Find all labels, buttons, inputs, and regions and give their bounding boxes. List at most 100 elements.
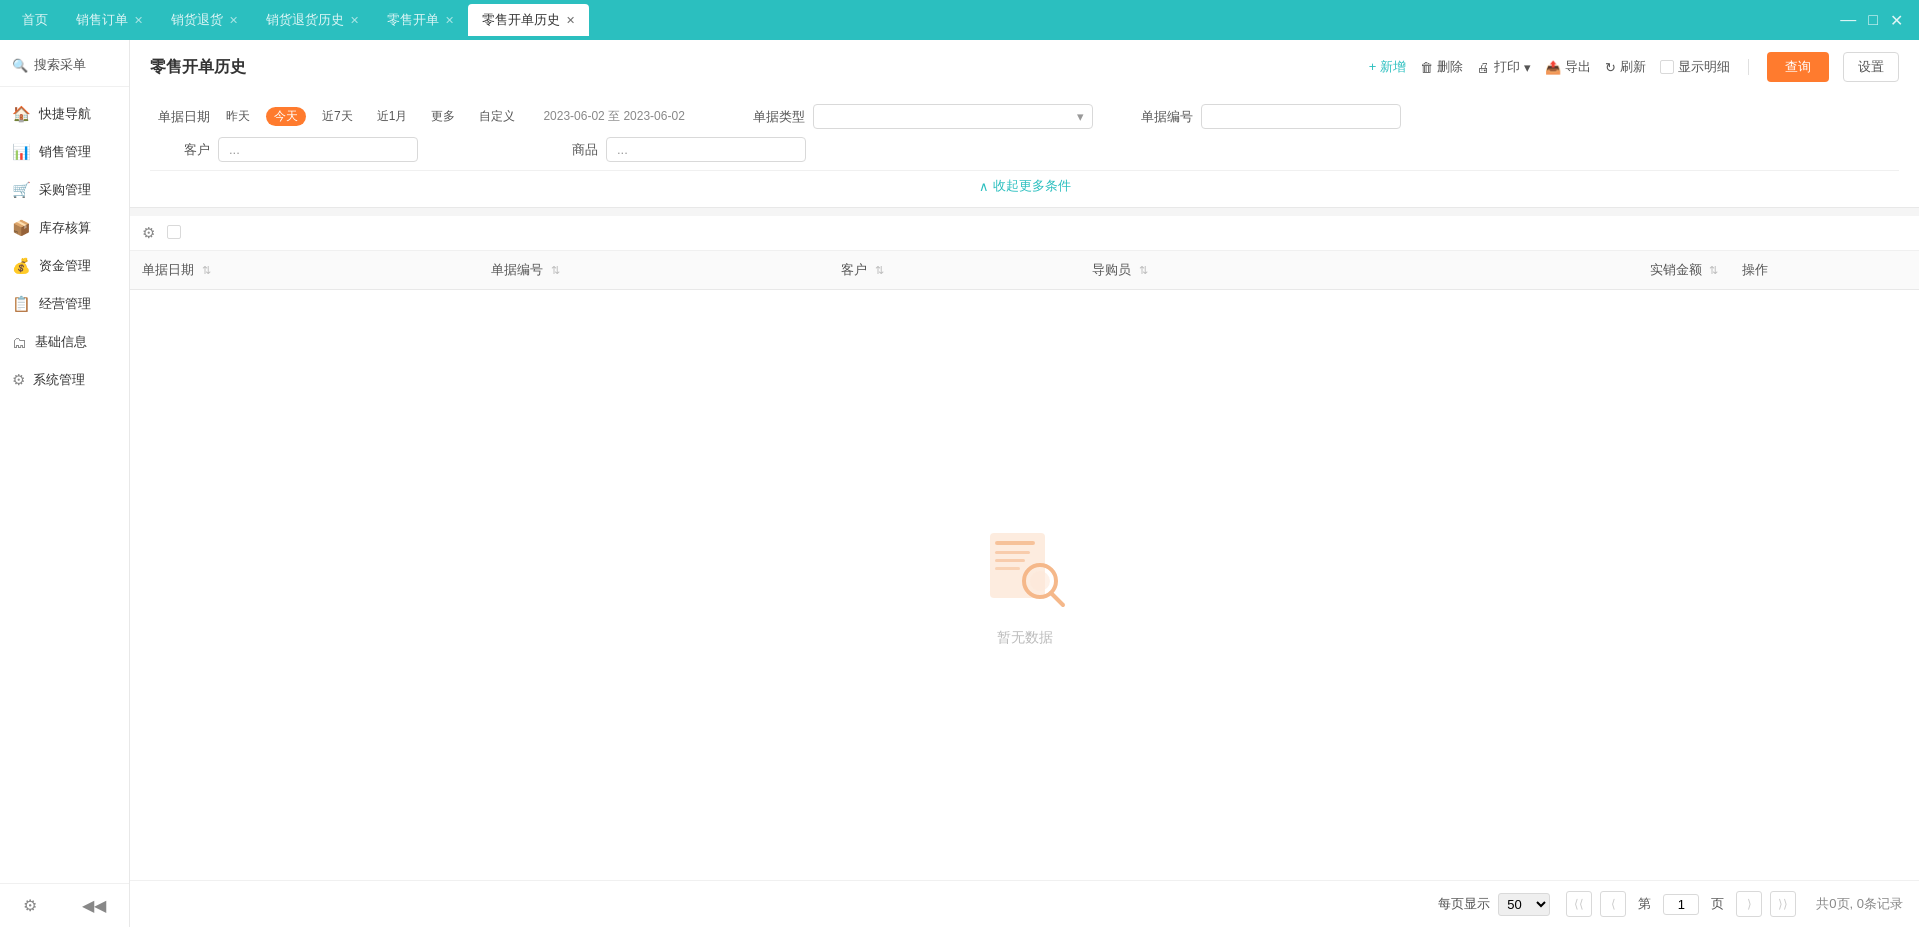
- delete-button[interactable]: 🗑 删除: [1420, 58, 1463, 76]
- type-select[interactable]: ▾: [813, 104, 1093, 129]
- print-button[interactable]: 🖨 打印 ▾: [1477, 58, 1531, 76]
- col-customer-sort[interactable]: ⇅: [875, 264, 884, 276]
- tab-sales-order[interactable]: 销售订单 ✕: [62, 4, 157, 36]
- delete-icon: 🗑: [1420, 60, 1433, 75]
- col-guide[interactable]: 导购员 ⇅: [1080, 251, 1380, 290]
- settings-bottom-icon[interactable]: ⚙: [15, 892, 45, 919]
- col-guide-sort[interactable]: ⇅: [1139, 264, 1148, 276]
- maximize-icon[interactable]: □: [1868, 11, 1878, 29]
- goods-placeholder: ...: [617, 142, 628, 157]
- table-select-all-checkbox[interactable]: [167, 225, 181, 242]
- svg-rect-4: [995, 567, 1020, 570]
- svg-rect-3: [995, 559, 1025, 562]
- sidebar-item-quick-nav[interactable]: 🏠 快捷导航: [0, 95, 129, 133]
- print-dropdown-icon: ▾: [1524, 60, 1531, 75]
- minimize-icon[interactable]: —: [1840, 11, 1856, 29]
- tab-retail-open[interactable]: 零售开单 ✕: [373, 4, 468, 36]
- sidebar-item-inventory[interactable]: 📦 库存核算: [0, 209, 129, 247]
- col-amount[interactable]: 实销金额 ⇅: [1381, 251, 1730, 290]
- collapse-button[interactable]: ∧ 收起更多条件: [971, 173, 1079, 199]
- tab-retail-open-close[interactable]: ✕: [445, 14, 454, 27]
- tab-sales-order-close[interactable]: ✕: [134, 14, 143, 27]
- custom-date-btn[interactable]: 自定义: [471, 106, 523, 127]
- table-settings-icon[interactable]: ⚙: [142, 224, 155, 242]
- col-number-sort[interactable]: ⇅: [551, 264, 560, 276]
- goods-filter-label: 商品: [538, 141, 598, 159]
- print-icon: 🖨: [1477, 60, 1490, 75]
- today-btn[interactable]: 今天: [266, 107, 306, 126]
- svg-rect-2: [995, 551, 1030, 554]
- sidebar-item-purchase-mgmt-label: 采购管理: [39, 181, 91, 199]
- customer-filter-input[interactable]: ...: [218, 137, 418, 162]
- toolbar-actions: + 新增 🗑 删除 🖨 打印 ▾ 📤 导出 ↻: [1369, 52, 1899, 82]
- first-page-button[interactable]: ⟨⟨: [1566, 891, 1592, 917]
- add-button[interactable]: + 新增: [1369, 58, 1406, 76]
- table-header-row: 单据日期 ⇅ 单据编号 ⇅ 客户 ⇅ 导购员 ⇅: [130, 251, 1919, 290]
- col-date-sort[interactable]: ⇅: [202, 264, 211, 276]
- show-detail-checkbox[interactable]: [1660, 60, 1674, 74]
- col-date[interactable]: 单据日期 ⇅: [130, 251, 479, 290]
- sidebar-item-sales-mgmt[interactable]: 📊 销售管理: [0, 133, 129, 171]
- date-range-text: 2023-06-02 至 2023-06-02: [543, 108, 684, 125]
- col-number[interactable]: 单据编号 ⇅: [479, 251, 828, 290]
- yesterday-btn[interactable]: 昨天: [218, 106, 258, 127]
- svg-rect-1: [995, 541, 1035, 545]
- empty-state: 暂无数据: [130, 290, 1919, 880]
- type-filter-label: 单据类型: [745, 108, 805, 126]
- sidebar-item-finance[interactable]: 💰 资金管理: [0, 247, 129, 285]
- sidebar-item-base-info[interactable]: 🗂 基础信息: [0, 323, 129, 361]
- tab-sales-return-history-close[interactable]: ✕: [350, 14, 359, 27]
- last7-btn[interactable]: 近7天: [314, 106, 361, 127]
- base-info-icon: 🗂: [12, 334, 27, 351]
- tab-sales-return-history[interactable]: 销货退货历史 ✕: [252, 4, 373, 36]
- inventory-icon: 📦: [12, 219, 31, 237]
- show-detail-label-text: 显示明细: [1678, 58, 1730, 76]
- more-date-btn[interactable]: 更多: [423, 106, 463, 127]
- finance-icon: 💰: [12, 257, 31, 275]
- tab-home[interactable]: 首页: [8, 4, 62, 36]
- sidebar-search[interactable]: 🔍 搜索采单: [0, 52, 129, 78]
- goods-filter-input[interactable]: ...: [606, 137, 806, 162]
- sidebar-item-sys-mgmt-label: 系统管理: [33, 371, 85, 389]
- show-detail-toggle[interactable]: 显示明细: [1660, 58, 1730, 76]
- col-date-label: 单据日期: [142, 262, 194, 277]
- last-page-button[interactable]: ⟩⟩: [1770, 891, 1796, 917]
- query-button[interactable]: 查询: [1767, 52, 1829, 82]
- svg-line-7: [1051, 593, 1063, 605]
- number-filter-input[interactable]: [1201, 104, 1401, 129]
- last-month-btn[interactable]: 近1月: [369, 106, 416, 127]
- prev-page-button[interactable]: ⟨: [1600, 891, 1626, 917]
- tab-home-label: 首页: [22, 11, 48, 29]
- per-page-select[interactable]: 50 100 200: [1498, 893, 1550, 916]
- number-filter-group: 单据编号: [1133, 104, 1401, 129]
- col-customer[interactable]: 客户 ⇅: [829, 251, 1080, 290]
- type-filter-group: 单据类型 ▾: [745, 104, 1093, 129]
- sidebar-item-operations-label: 经营管理: [39, 295, 91, 313]
- app-layout: 🔍 搜索采单 🏠 快捷导航 📊 销售管理 🛒 采购管理 📦 库存核算: [0, 40, 1919, 927]
- refresh-button[interactable]: ↻ 刷新: [1605, 58, 1646, 76]
- collapse-sidebar-icon[interactable]: ◀◀: [74, 892, 114, 919]
- export-button[interactable]: 📤 导出: [1545, 58, 1591, 76]
- select-all-box[interactable]: [167, 225, 181, 239]
- sidebar-item-operations[interactable]: 📋 经营管理: [0, 285, 129, 323]
- page-number-input[interactable]: 1: [1663, 894, 1699, 915]
- settings-button[interactable]: 设置: [1843, 52, 1899, 82]
- close-icon[interactable]: ✕: [1890, 11, 1903, 30]
- page-label: 第: [1638, 895, 1651, 913]
- next-page-button[interactable]: ⟩: [1736, 891, 1762, 917]
- sidebar-search-label: 搜索采单: [34, 56, 86, 74]
- tab-sales-return-close[interactable]: ✕: [229, 14, 238, 27]
- customer-filter-label: 客户: [150, 141, 210, 159]
- tab-sales-return[interactable]: 销货退货 ✕: [157, 4, 252, 36]
- tab-retail-open-history[interactable]: 零售开单历史 ✕: [468, 4, 589, 36]
- collapse-label: 收起更多条件: [993, 177, 1071, 195]
- page-title-row: 零售开单历史 + 新增 🗑 删除 🖨 打印 ▾ 📤 导出: [150, 52, 1899, 82]
- sidebar-item-purchase-mgmt[interactable]: 🛒 采购管理: [0, 171, 129, 209]
- tab-sales-return-label: 销货退货: [171, 11, 223, 29]
- filter-row-2: 客户 ... 商品 ...: [150, 137, 1899, 162]
- col-amount-sort[interactable]: ⇅: [1709, 264, 1718, 276]
- tab-retail-open-history-close[interactable]: ✕: [566, 14, 575, 27]
- filter-area: 单据日期 昨天 今天 近7天 近1月 更多 自定义 2023-06-02 至 2…: [150, 94, 1899, 207]
- collapse-row: ∧ 收起更多条件: [150, 170, 1899, 199]
- sidebar-item-sys-mgmt[interactable]: ⚙ 系统管理: [0, 361, 129, 399]
